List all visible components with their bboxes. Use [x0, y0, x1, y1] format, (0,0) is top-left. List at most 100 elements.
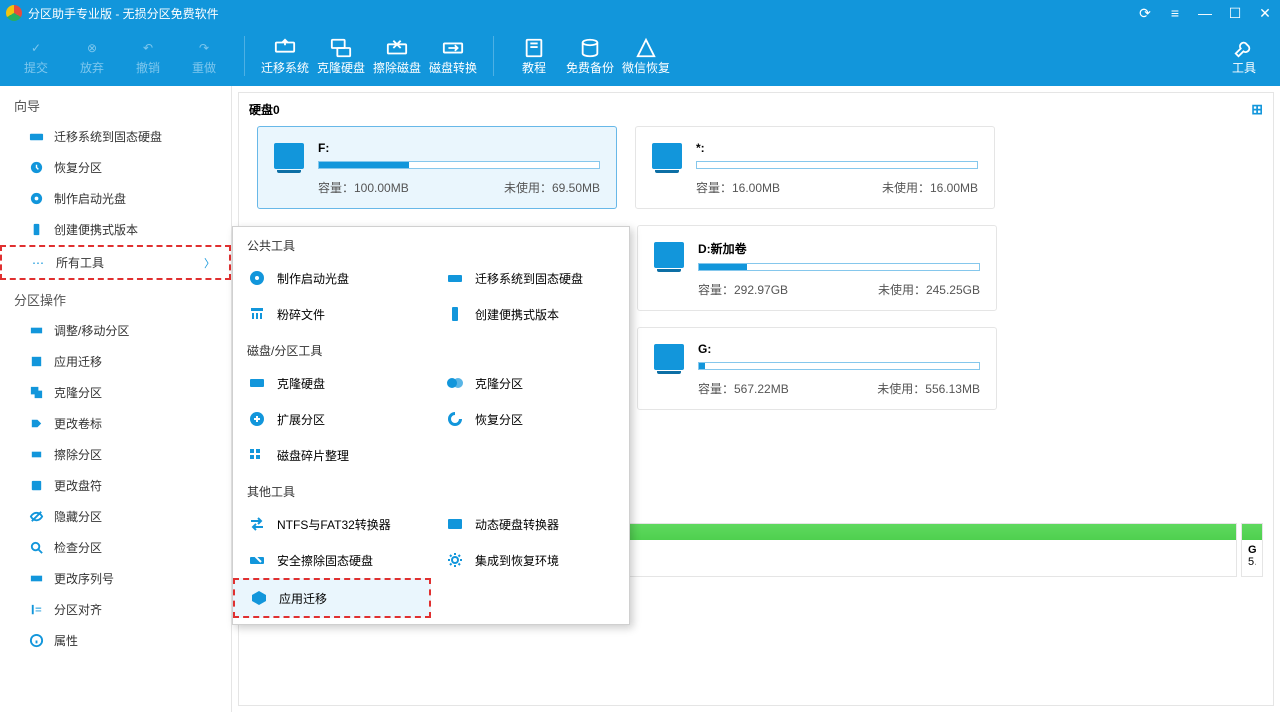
- flyout-dynamic-disk[interactable]: 动态硬盘转换器: [431, 506, 629, 542]
- free-label: 未使用：69.50MB: [504, 179, 600, 196]
- menu-icon[interactable]: ≡: [1160, 5, 1190, 21]
- flyout-migrate-ssd[interactable]: 迁移系统到固态硬盘: [431, 260, 629, 296]
- flyout-secure-erase-ssd[interactable]: 安全擦除固态硬盘: [233, 542, 431, 578]
- free-label: 未使用：245.25GB: [878, 281, 980, 298]
- sidebar-properties[interactable]: 属性: [0, 625, 231, 656]
- discard-button[interactable]: ⊗放弃: [64, 26, 120, 86]
- label-icon: [28, 416, 44, 432]
- flyout-section-disk: 磁盘/分区工具: [233, 332, 629, 365]
- sidebar-partition-align[interactable]: 分区对齐: [0, 594, 231, 625]
- free-backup-button[interactable]: 免费备份: [562, 26, 618, 86]
- disk-icon: [654, 242, 684, 268]
- commit-button[interactable]: ✓提交: [8, 26, 64, 86]
- flyout-disk-defrag[interactable]: 磁盘碎片整理: [233, 437, 431, 473]
- disc-icon: [28, 191, 44, 207]
- resize-icon: [28, 323, 44, 339]
- ssd-icon: [28, 129, 44, 145]
- usage-bar: [696, 161, 978, 169]
- flyout-integrate-recovery[interactable]: 集成到恢复环境: [431, 542, 629, 578]
- window-title: 分区助手专业版 - 无损分区免费软件: [28, 5, 219, 22]
- ssd-icon: [445, 268, 465, 288]
- sidebar-create-portable[interactable]: 创建便携式版本: [0, 214, 231, 245]
- recover-icon: [445, 409, 465, 429]
- usage-bar: [318, 161, 600, 169]
- clone-disk-button[interactable]: 克隆硬盘: [313, 26, 369, 86]
- sidebar-migrate-ssd[interactable]: 迁移系统到固态硬盘: [0, 121, 231, 152]
- gear-icon: [445, 550, 465, 570]
- clone-part-icon: [445, 373, 465, 393]
- disk-convert-button[interactable]: 磁盘转换: [425, 26, 481, 86]
- sidebar-make-boot-disc[interactable]: 制作启动光盘: [0, 183, 231, 214]
- hide-icon: [28, 509, 44, 525]
- sidebar-check-partition[interactable]: 检查分区: [0, 532, 231, 563]
- wechat-recover-button[interactable]: 微信恢复: [618, 26, 674, 86]
- disc-icon: [247, 268, 267, 288]
- disk-icon: [654, 344, 684, 370]
- recover-icon: [28, 160, 44, 176]
- partition-name: G:: [698, 342, 980, 356]
- flyout-shred-file[interactable]: 粉碎文件: [233, 296, 431, 332]
- sidebar-app-migrate[interactable]: 应用迁移: [0, 346, 231, 377]
- chevron-right-icon: 〉: [204, 255, 215, 271]
- partition-card[interactable]: *: 容量：16.00MB未使用：16.00MB: [635, 126, 995, 209]
- view-toggle-icon[interactable]: ⊞: [1251, 101, 1263, 118]
- sidebar-all-tools[interactable]: ⋯所有工具〉: [0, 245, 231, 280]
- undo-button[interactable]: ↶撤销: [120, 26, 176, 86]
- flyout-section-other: 其他工具: [233, 473, 629, 506]
- erase-disk-button[interactable]: 擦除磁盘: [369, 26, 425, 86]
- capacity-label: 容量：16.00MB: [696, 179, 780, 196]
- letter-icon: [28, 478, 44, 494]
- partition-name: F:: [318, 141, 600, 155]
- convert-icon: [247, 514, 267, 534]
- flyout-extend-partition[interactable]: 扩展分区: [233, 401, 431, 437]
- sidebar-change-serial[interactable]: 更改序列号: [0, 563, 231, 594]
- search-icon: [28, 540, 44, 556]
- migrate-os-button[interactable]: 迁移系统: [257, 26, 313, 86]
- all-tools-flyout: 公共工具 制作启动光盘 迁移系统到固态硬盘 粉碎文件 创建便携式版本 磁盘/分区…: [232, 226, 630, 625]
- partition-card[interactable]: G: 容量：567.22MB 未使用：556.13MB: [637, 327, 997, 410]
- redo-button[interactable]: ↷重做: [176, 26, 232, 86]
- usage-bar: [698, 362, 980, 370]
- wizard-header: 向导: [0, 86, 231, 121]
- close-icon[interactable]: ✕: [1250, 5, 1280, 22]
- dynamic-icon: [445, 514, 465, 534]
- sidebar-change-letter[interactable]: 更改盘符: [0, 470, 231, 501]
- sidebar-change-label[interactable]: 更改卷标: [0, 408, 231, 439]
- partition-card[interactable]: D:新加卷 容量：292.97GB未使用：245.25GB: [637, 225, 997, 311]
- flyout-make-boot-disc[interactable]: 制作启动光盘: [233, 260, 431, 296]
- maximize-icon[interactable]: ☐: [1220, 5, 1250, 22]
- flyout-section-public: 公共工具: [233, 227, 629, 260]
- flyout-clone-partition[interactable]: 克隆分区: [431, 365, 629, 401]
- defrag-icon: [247, 445, 267, 465]
- refresh-icon[interactable]: ⟳: [1130, 5, 1160, 22]
- extend-icon: [247, 409, 267, 429]
- tutorial-button[interactable]: 教程: [506, 26, 562, 86]
- capacity-label: 容量：567.22MB: [698, 380, 789, 397]
- usb-icon: [445, 304, 465, 324]
- ops-header: 分区操作: [0, 280, 231, 315]
- flyout-app-migrate[interactable]: 应用迁移: [233, 578, 431, 618]
- sidebar-hide-partition[interactable]: 隐藏分区: [0, 501, 231, 532]
- erase-icon: [28, 447, 44, 463]
- box-icon: [249, 588, 269, 608]
- partition-name: D:新加卷: [698, 240, 980, 257]
- sidebar-clone-partition[interactable]: 克隆分区: [0, 377, 231, 408]
- sidebar-erase-partition[interactable]: 擦除分区: [0, 439, 231, 470]
- wipe-icon: [247, 550, 267, 570]
- dots-icon: ⋯: [30, 255, 46, 271]
- capacity-label: 容量：100.00MB: [318, 179, 409, 196]
- sidebar-recover-partition[interactable]: 恢复分区: [0, 152, 231, 183]
- app-icon: [28, 354, 44, 370]
- flyout-create-portable[interactable]: 创建便携式版本: [431, 296, 629, 332]
- free-label: 未使用：556.13MB: [877, 380, 980, 397]
- minimize-icon[interactable]: —: [1190, 5, 1220, 21]
- disk-title: 硬盘0: [249, 101, 280, 118]
- flyout-recover-partition[interactable]: 恢复分区: [431, 401, 629, 437]
- flyout-ntfs-fat32[interactable]: NTFS与FAT32转换器: [233, 506, 431, 542]
- flyout-clone-disk[interactable]: 克隆硬盘: [233, 365, 431, 401]
- disk-icon: [652, 143, 682, 169]
- sidebar-resize-move[interactable]: 调整/移动分区: [0, 315, 231, 346]
- partition-card[interactable]: F: 容量：100.00MB 未使用：69.50MB: [257, 126, 617, 209]
- bottom-partition[interactable]: G5.: [1241, 523, 1263, 577]
- tools-button[interactable]: 工具: [1216, 26, 1272, 86]
